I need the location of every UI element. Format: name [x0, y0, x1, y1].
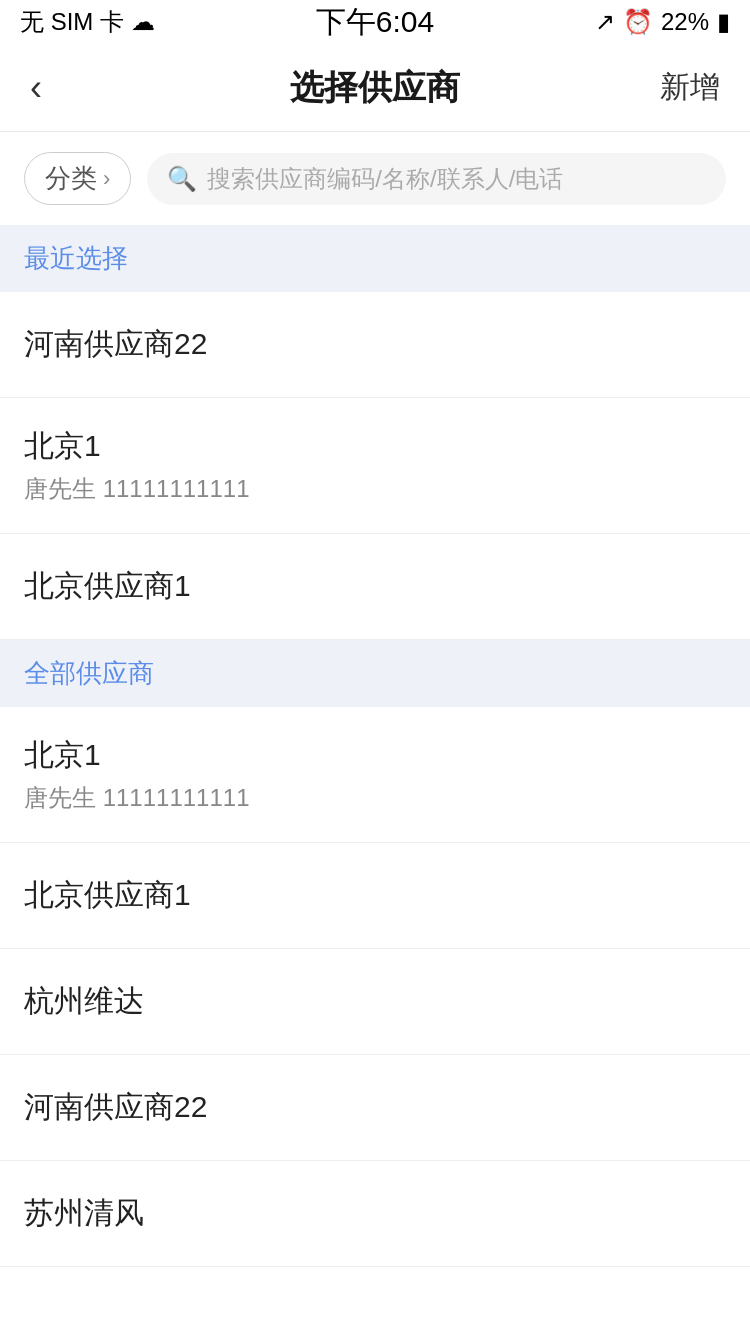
supplier-contact: 唐先生 11111111111	[24, 473, 726, 505]
battery-icon: ▮	[717, 8, 730, 36]
list-item[interactable]: 北京供应商1	[0, 534, 750, 640]
supplier-name: 北京供应商1	[24, 875, 726, 916]
list-item[interactable]: 北京1 唐先生 11111111111	[0, 707, 750, 843]
add-button[interactable]: 新增	[660, 67, 720, 108]
filter-bar: 分类 › 🔍 搜索供应商编码/名称/联系人/电话	[0, 132, 750, 225]
supplier-name: 北京1	[24, 735, 726, 776]
supplier-name: 杭州维达	[24, 981, 726, 1022]
alarm-icon: ⏰	[623, 8, 653, 36]
supplier-name: 北京供应商1	[24, 566, 726, 607]
recent-section-label: 最近选择	[24, 243, 128, 273]
status-right: ↗ ⏰ 22% ▮	[595, 8, 730, 36]
supplier-contact: 唐先生 11111111111	[24, 782, 726, 814]
page-title: 选择供应商	[290, 65, 460, 111]
supplier-name: 苏州清风	[24, 1193, 726, 1234]
status-bar: 无 SIM 卡 ☁ 下午6:04 ↗ ⏰ 22% ▮	[0, 0, 750, 44]
location-icon: ↗	[595, 8, 615, 36]
search-box[interactable]: 🔍 搜索供应商编码/名称/联系人/电话	[147, 153, 726, 205]
list-item[interactable]: 河南供应商22	[0, 1055, 750, 1161]
supplier-name: 河南供应商22	[24, 1087, 726, 1128]
sim-status: 无 SIM 卡 ☁	[20, 6, 155, 38]
supplier-name: 河南供应商22	[24, 324, 726, 365]
status-left: 无 SIM 卡 ☁	[20, 6, 155, 38]
list-item[interactable]: 苏州清风	[0, 1161, 750, 1267]
all-items-list: 北京1 唐先生 11111111111 北京供应商1 杭州维达 河南供应商22 …	[0, 707, 750, 1267]
supplier-name: 北京1	[24, 426, 726, 467]
search-icon: 🔍	[167, 165, 197, 193]
status-time: 下午6:04	[316, 2, 434, 43]
all-section-label: 全部供应商	[24, 658, 154, 688]
battery-indicator: 22%	[661, 8, 709, 36]
category-filter-button[interactable]: 分类 ›	[24, 152, 131, 205]
search-placeholder-text: 搜索供应商编码/名称/联系人/电话	[207, 163, 563, 195]
list-item[interactable]: 杭州维达	[0, 949, 750, 1055]
recent-section-header: 最近选择	[0, 225, 750, 292]
category-label: 分类	[45, 161, 97, 196]
nav-bar: ‹ 选择供应商 新增	[0, 44, 750, 132]
chevron-right-icon: ›	[103, 166, 110, 192]
list-item[interactable]: 北京供应商1	[0, 843, 750, 949]
back-button[interactable]: ‹	[30, 67, 90, 109]
list-item[interactable]: 河南供应商22	[0, 292, 750, 398]
recent-items-list: 河南供应商22 北京1 唐先生 11111111111 北京供应商1	[0, 292, 750, 640]
all-section-header: 全部供应商	[0, 640, 750, 707]
list-item[interactable]: 北京1 唐先生 11111111111	[0, 398, 750, 534]
